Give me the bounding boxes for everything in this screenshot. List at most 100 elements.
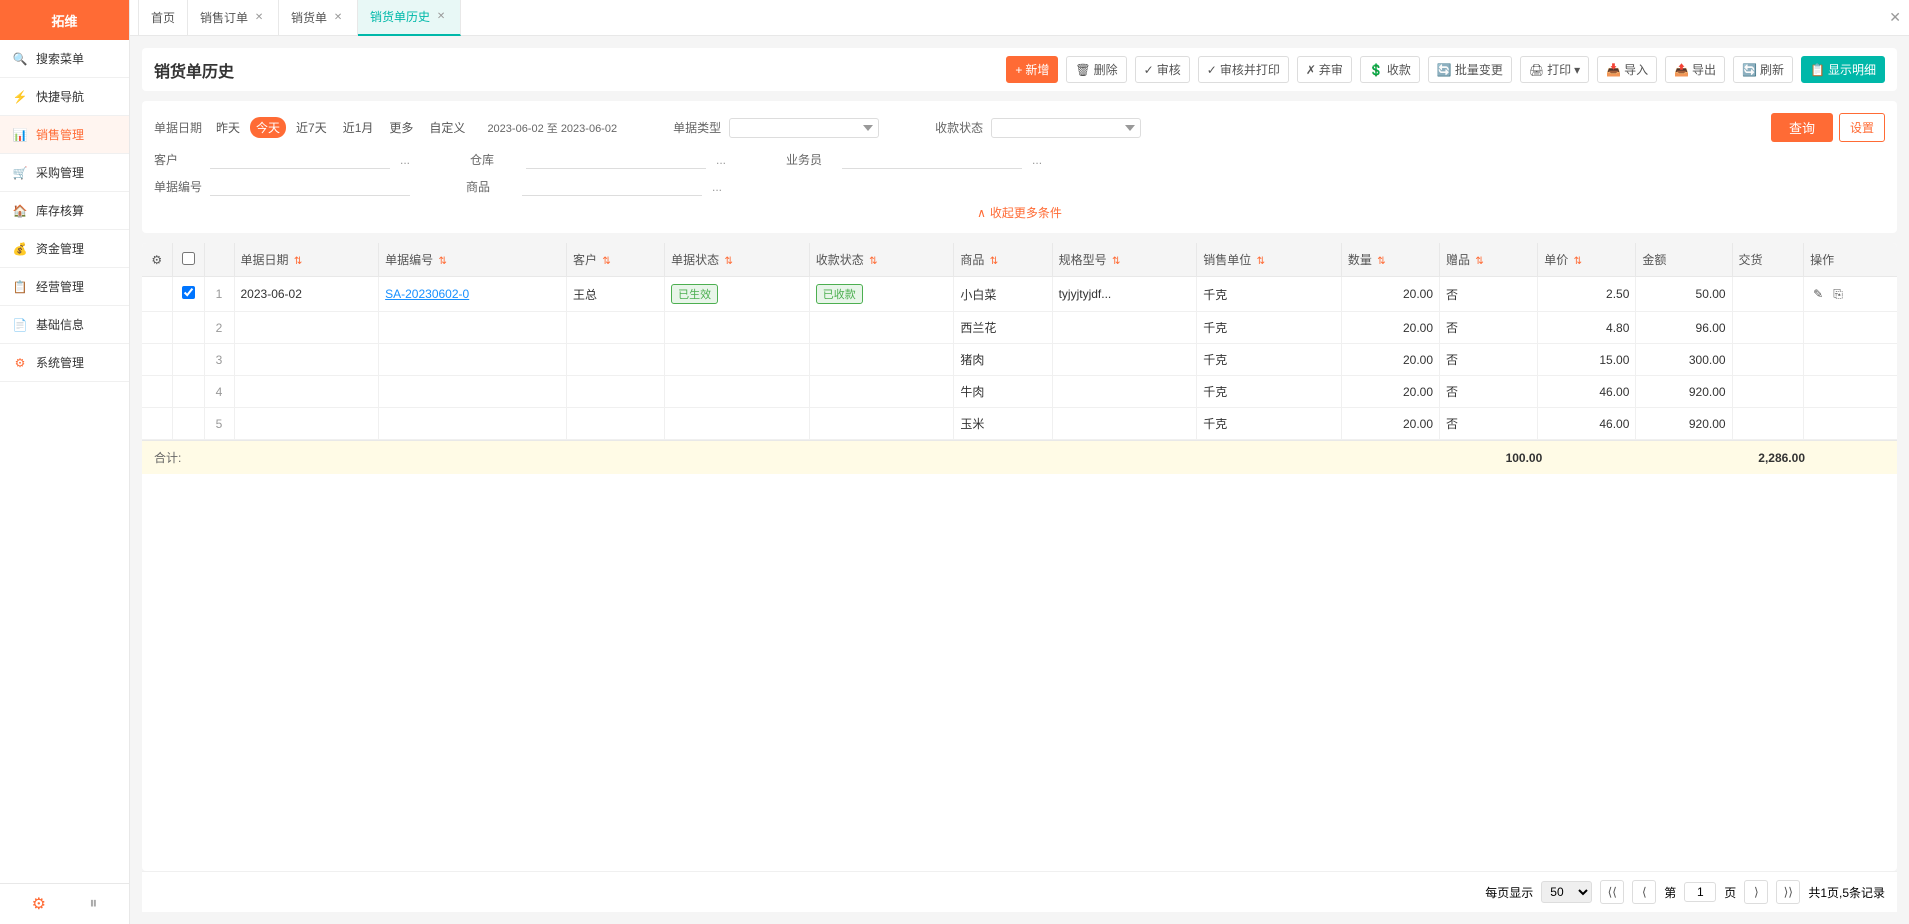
col-doc-date[interactable]: 单据日期 ⇅ bbox=[234, 243, 379, 277]
cell-doc-status bbox=[665, 312, 810, 344]
tab-sales-order[interactable]: 销售订单 ✕ bbox=[188, 0, 279, 36]
col-goods[interactable]: 商品 ⇅ bbox=[954, 243, 1052, 277]
cell-checkbox[interactable] bbox=[172, 376, 204, 408]
col-delivery: 交货 bbox=[1732, 243, 1804, 277]
sidebar-item-label: 系统管理 bbox=[36, 354, 84, 371]
date-btn-custom[interactable]: 自定义 bbox=[423, 117, 471, 138]
tab-sales-order-close[interactable]: ✕ bbox=[252, 11, 266, 25]
cell-doc-date bbox=[234, 344, 379, 376]
page-prev-button[interactable]: ⟨ bbox=[1632, 880, 1656, 904]
doc-type-select[interactable] bbox=[729, 118, 879, 138]
col-gift[interactable]: 赠品 ⇅ bbox=[1440, 243, 1538, 277]
cell-checkbox[interactable] bbox=[172, 344, 204, 376]
sidebar-item-basics[interactable]: 📄 基础信息 bbox=[0, 306, 129, 344]
date-btn-yesterday[interactable]: 昨天 bbox=[210, 117, 246, 138]
customer-ellipsis[interactable]: ... bbox=[396, 153, 414, 167]
quick-nav-icon: ⚡ bbox=[12, 89, 28, 105]
cell-checkbox[interactable] bbox=[172, 277, 204, 312]
warehouse-input[interactable] bbox=[526, 150, 706, 169]
cell-gear bbox=[142, 277, 172, 312]
batch-change-button[interactable]: 🔄 批量变更 bbox=[1428, 56, 1512, 83]
col-unit[interactable]: 销售单位 ⇅ bbox=[1197, 243, 1342, 277]
payment-status-select[interactable] bbox=[991, 118, 1141, 138]
delete-button[interactable]: 🗑 删除 bbox=[1066, 56, 1126, 83]
select-all-checkbox[interactable] bbox=[182, 252, 195, 265]
page-last-button[interactable]: ⟩⟩ bbox=[1776, 880, 1800, 904]
review-print-button[interactable]: ✓ 审核并打印 bbox=[1198, 56, 1289, 83]
sidebar-pause-icon[interactable]: ⏸ bbox=[89, 895, 97, 913]
sidebar-item-search-menu[interactable]: 🔍 搜索菜单 bbox=[0, 40, 129, 78]
page-size-select[interactable]: 20 50 100 bbox=[1541, 881, 1592, 903]
doc-number-link[interactable]: SA-20230602-0 bbox=[385, 287, 469, 301]
col-qty[interactable]: 数量 ⇅ bbox=[1341, 243, 1439, 277]
tab-sales-goods[interactable]: 销货单 ✕ bbox=[279, 0, 358, 36]
filter-row-3: 单据编号 商品 ... bbox=[154, 177, 1885, 196]
col-customer[interactable]: 客户 ⇅ bbox=[566, 243, 664, 277]
page-title: 销货单历史 bbox=[154, 58, 234, 82]
show-detail-button[interactable]: 📋 显示明细 bbox=[1801, 56, 1885, 83]
goods-input[interactable] bbox=[522, 177, 702, 196]
cell-unit: 千克 bbox=[1197, 312, 1342, 344]
col-payment-status-label: 收款状态 bbox=[816, 253, 864, 267]
query-button[interactable]: 查询 bbox=[1771, 113, 1833, 142]
customer-label: 客户 bbox=[154, 151, 204, 168]
col-actions: 操作 bbox=[1804, 243, 1897, 277]
table-row: 3 猪肉 千克 20.00 否 15.00 300.00 bbox=[142, 344, 1897, 376]
date-btn-7days[interactable]: 近7天 bbox=[290, 117, 333, 138]
tab-bar-close-all[interactable]: ✕ bbox=[1889, 9, 1901, 26]
tab-sales-history-close[interactable]: ✕ bbox=[434, 10, 448, 24]
cell-checkbox[interactable] bbox=[172, 408, 204, 440]
import-button[interactable]: 📥 导入 bbox=[1597, 56, 1657, 83]
sidebar-item-sales-mgmt[interactable]: 📊 销售管理 bbox=[0, 116, 129, 154]
sidebar-item-purchase-mgmt[interactable]: 🛒 采购管理 bbox=[0, 154, 129, 192]
cell-gift: 否 bbox=[1440, 408, 1538, 440]
page-next-button[interactable]: ⟩ bbox=[1744, 880, 1768, 904]
col-doc-number[interactable]: 单据编号 ⇅ bbox=[379, 243, 567, 277]
tab-sales-goods-close[interactable]: ✕ bbox=[331, 11, 345, 25]
goods-ellipsis[interactable]: ... bbox=[708, 180, 726, 194]
collect-button[interactable]: 💲 收款 bbox=[1360, 56, 1420, 83]
sidebar-bottom: ⚙ ⏸ bbox=[0, 883, 129, 924]
refresh-button[interactable]: 🔄 刷新 bbox=[1733, 56, 1793, 83]
sidebar-item-system[interactable]: ⚙ 系统管理 bbox=[0, 344, 129, 382]
sidebar-item-label: 库存核算 bbox=[36, 202, 84, 219]
customer-input[interactable] bbox=[210, 150, 390, 169]
date-btn-today[interactable]: 今天 bbox=[250, 117, 286, 138]
sidebar-item-inventory[interactable]: 🏠 库存核算 bbox=[0, 192, 129, 230]
warehouse-ellipsis[interactable]: ... bbox=[712, 153, 730, 167]
salesperson-ellipsis[interactable]: ... bbox=[1028, 153, 1046, 167]
sidebar-item-quick-nav[interactable]: ⚡ 快捷导航 bbox=[0, 78, 129, 116]
export-button[interactable]: 📤 导出 bbox=[1665, 56, 1725, 83]
print-button[interactable]: 🖨 打印 ▾ bbox=[1520, 56, 1589, 83]
col-doc-status[interactable]: 单据状态 ⇅ bbox=[665, 243, 810, 277]
col-price[interactable]: 单价 ⇅ bbox=[1538, 243, 1636, 277]
page-number-input[interactable] bbox=[1684, 882, 1716, 902]
col-gear[interactable]: ⚙ bbox=[142, 243, 172, 277]
total-pages-label: 共1页,5条记录 bbox=[1808, 884, 1885, 901]
cell-gear bbox=[142, 312, 172, 344]
add-button[interactable]: + 新增 bbox=[1006, 56, 1058, 83]
tab-sales-history[interactable]: 销货单历史 ✕ bbox=[358, 0, 461, 36]
row-copy-button[interactable]: ⎘ bbox=[1830, 285, 1846, 304]
review-button[interactable]: ✓ 审核 bbox=[1135, 56, 1190, 83]
abandon-button[interactable]: ✗ 弃审 bbox=[1297, 56, 1352, 83]
row-edit-button[interactable]: ✎ bbox=[1810, 285, 1826, 304]
date-btn-more[interactable]: 更多 bbox=[383, 117, 419, 138]
table-row: 1 2023-06-02 SA-20230602-0 王总 已生效 已收款 小白… bbox=[142, 277, 1897, 312]
collapse-button[interactable]: ∧ 收起更多条件 bbox=[977, 204, 1062, 221]
filter-date: 单据日期 昨天 今天 近7天 近1月 更多 自定义 bbox=[154, 117, 471, 138]
page-first-button[interactable]: ⟨⟨ bbox=[1600, 880, 1624, 904]
col-payment-status[interactable]: 收款状态 ⇅ bbox=[809, 243, 954, 277]
sidebar-item-operations[interactable]: 📋 经营管理 bbox=[0, 268, 129, 306]
sidebar-settings-icon[interactable]: ⚙ bbox=[32, 894, 46, 914]
sidebar-item-finance[interactable]: 💰 资金管理 bbox=[0, 230, 129, 268]
filter-settings-button[interactable]: 设置 bbox=[1839, 113, 1885, 142]
row-checkbox[interactable] bbox=[182, 286, 195, 299]
salesperson-input[interactable] bbox=[842, 150, 1022, 169]
cell-customer bbox=[566, 408, 664, 440]
tab-home[interactable]: 首页 bbox=[138, 0, 188, 36]
date-btn-1month[interactable]: 近1月 bbox=[337, 117, 380, 138]
doc-number-input[interactable] bbox=[210, 177, 410, 196]
cell-checkbox[interactable] bbox=[172, 312, 204, 344]
col-spec[interactable]: 规格型号 ⇅ bbox=[1052, 243, 1197, 277]
